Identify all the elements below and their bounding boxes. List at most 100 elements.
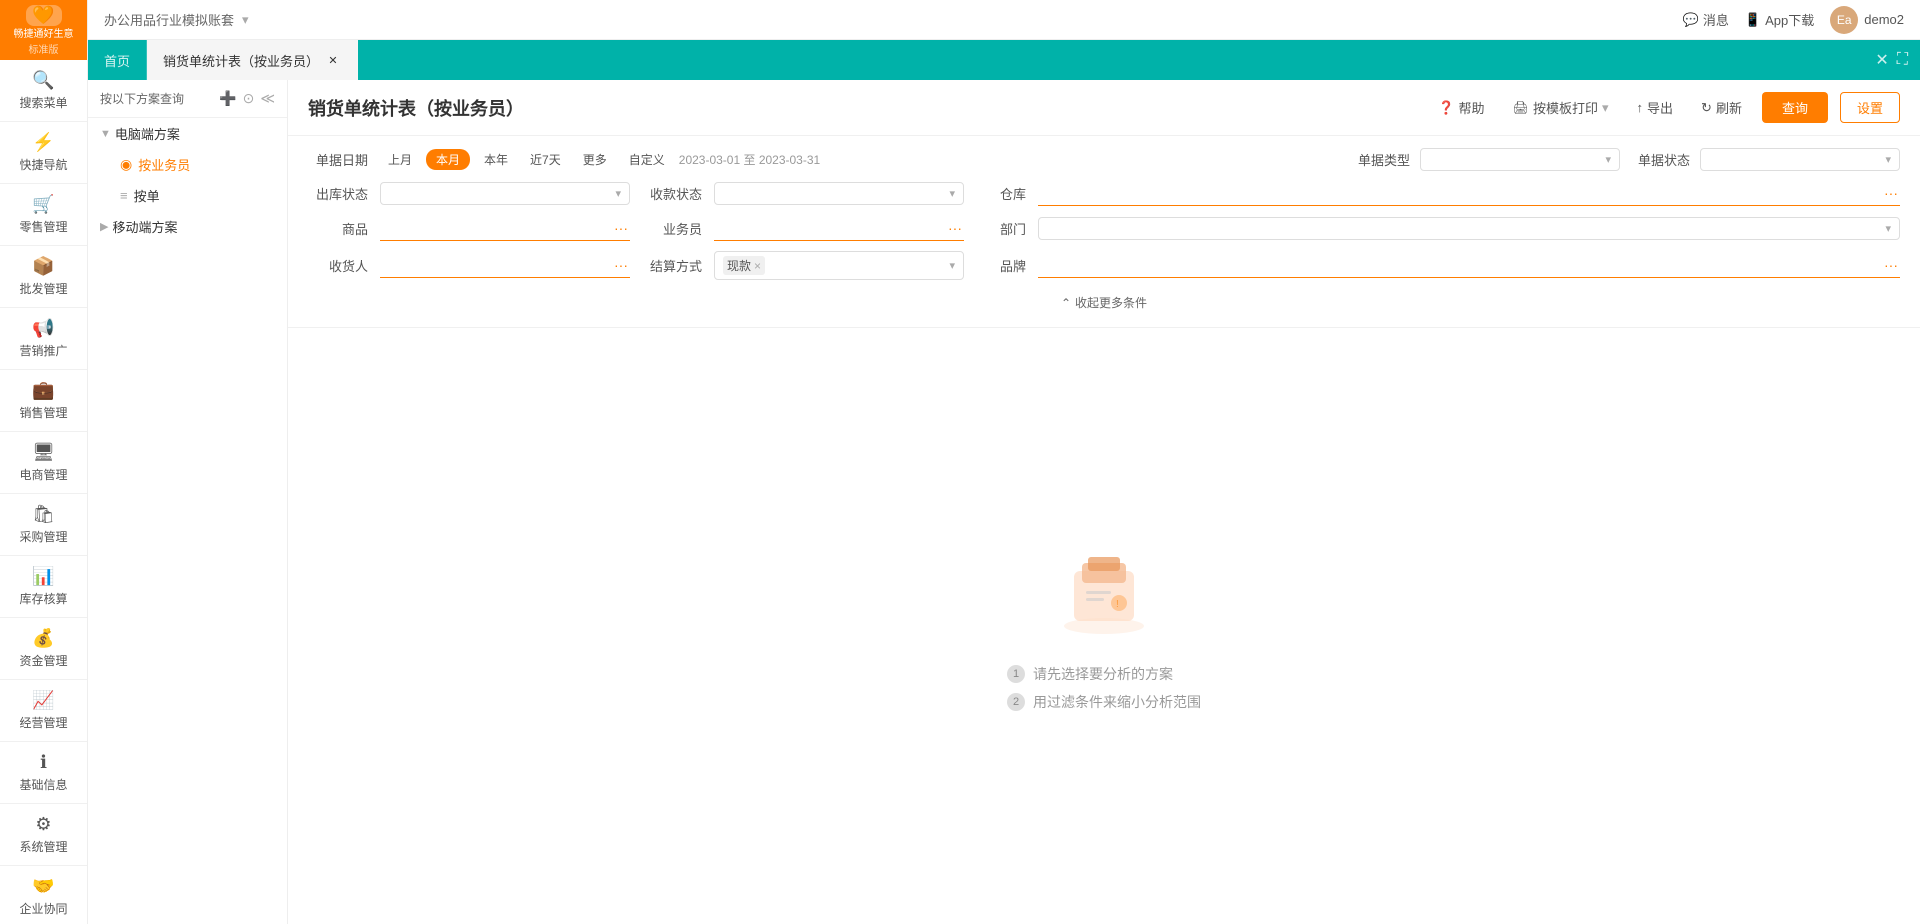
tab-sales-stats[interactable]: 销货单统计表（按业务员） ✕ xyxy=(147,40,358,80)
empty-hint-2: 2 用过滤条件来缩小分析范围 xyxy=(1007,692,1201,712)
left-panel-header-label: 按以下方案查询 xyxy=(100,90,184,107)
tree-item-by-salesperson[interactable]: ◉ 按业务员 xyxy=(88,149,287,180)
topbar-chevron-icon: ▾ xyxy=(242,12,249,28)
filter-row-1: 单据日期 上月 本月 本年 近7天 更多 自定义 2023-03-01 至 20… xyxy=(308,148,1900,171)
date-filter: 上月 本月 本年 近7天 更多 自定义 2023-03-01 至 2023-03… xyxy=(380,149,820,170)
tab-close-icon[interactable]: ✕ xyxy=(325,52,341,68)
sidebar-item-shortcut[interactable]: ⚡ 快捷导航 xyxy=(0,122,87,184)
tree-item-by-order-label: 按单 xyxy=(134,186,160,205)
date-label: 单据日期 xyxy=(308,150,368,169)
empty-hint-1: 1 请先选择要分析的方案 xyxy=(1007,664,1201,684)
payment-chevron-icon: ▾ xyxy=(949,259,955,272)
sidebar-item-system[interactable]: ⚙ 系统管理 xyxy=(0,804,87,866)
message-btn[interactable]: 💬 消息 xyxy=(1683,10,1729,29)
main-area: 办公用品行业模拟账套 ▾ 💬 消息 📱 App下载 Ea demo2 首页 销货… xyxy=(88,0,1920,924)
empty-svg-icon: ! xyxy=(1044,541,1164,641)
out-status-select[interactable]: ▾ xyxy=(380,182,630,205)
consignee-dots: ··· xyxy=(614,257,628,273)
svg-text:!: ! xyxy=(1116,599,1119,610)
sidebar-item-marketing[interactable]: 📢 营销推广 xyxy=(0,308,87,370)
page-actions: ❓ 帮助 🖨 按模板打印 ▾ ↑ 导出 ↻ 刷新 xyxy=(1430,92,1900,123)
receipt-status-label: 收款状态 xyxy=(642,184,702,203)
sidebar-item-basic-label: 基础信息 xyxy=(19,776,67,793)
tab-home[interactable]: 首页 xyxy=(88,40,147,80)
sidebar-item-search[interactable]: 🔍 搜索菜单 xyxy=(0,60,87,122)
brand-dots: ··· xyxy=(1884,257,1898,273)
shortcut-icon: ⚡ xyxy=(32,132,54,153)
sidebar-item-ecommerce-label: 电商管理 xyxy=(19,466,67,483)
sidebar-item-ecommerce[interactable]: 🖥 电商管理 xyxy=(0,432,87,494)
logo-icon: 🧡 xyxy=(26,5,62,26)
payment-chip[interactable]: 现款 × xyxy=(723,256,765,275)
sidebar-item-system-label: 系统管理 xyxy=(19,838,67,855)
tab-close-window-icon[interactable]: ✕ xyxy=(1875,50,1888,70)
date-btn-this-month[interactable]: 本月 xyxy=(426,149,470,170)
export-btn[interactable]: ↑ 导出 xyxy=(1629,94,1682,121)
page-title: 销货单统计表（按业务员） xyxy=(308,95,524,121)
tree-item-mobile-label: 移动端方案 xyxy=(112,217,177,236)
hint-2-num: 2 xyxy=(1007,693,1025,711)
date-btn-last-month[interactable]: 上月 xyxy=(380,149,420,170)
app-download-btn[interactable]: 📱 App下载 xyxy=(1745,10,1814,29)
order-type-select[interactable]: ▾ xyxy=(1420,148,1620,171)
query-button[interactable]: 查询 xyxy=(1762,92,1828,123)
refresh-btn[interactable]: ↻ 刷新 xyxy=(1693,94,1750,121)
help-icon: ❓ xyxy=(1438,100,1454,116)
print-chevron-icon: ▾ xyxy=(1602,100,1609,116)
content-area: 按以下方案查询 ➕ ⊙ ≪ ▼ 电脑端方案 ◉ 按业务员 ≡ 按单 ▶ xyxy=(88,80,1920,924)
brand-select[interactable]: ··· xyxy=(1038,253,1900,278)
sidebar-item-retail[interactable]: 🛒 零售管理 xyxy=(0,184,87,246)
sidebar-item-purchase[interactable]: 🛍 采购管理 xyxy=(0,494,87,556)
consignee-label: 收货人 xyxy=(308,256,368,275)
sidebar-item-finance[interactable]: 💰 资金管理 xyxy=(0,618,87,680)
settings-button[interactable]: 设置 xyxy=(1840,92,1900,123)
left-panel: 按以下方案查询 ➕ ⊙ ≪ ▼ 电脑端方案 ◉ 按业务员 ≡ 按单 ▶ xyxy=(88,80,288,924)
goods-select[interactable]: ··· xyxy=(380,216,630,241)
salesperson-select[interactable]: ··· xyxy=(714,216,964,241)
empty-illustration: ! xyxy=(1044,541,1164,644)
date-btn-this-year[interactable]: 本年 xyxy=(476,149,516,170)
tree-item-desktop[interactable]: ▼ 电脑端方案 xyxy=(88,118,287,149)
tree-item-mobile[interactable]: ▶ 移动端方案 xyxy=(88,211,287,242)
dept-chevron-icon: ▾ xyxy=(1885,222,1891,235)
help-btn[interactable]: ❓ 帮助 xyxy=(1430,94,1492,121)
sidebar-item-operations[interactable]: 📈 经营管理 xyxy=(0,680,87,742)
payment-method-select[interactable]: 现款 × ▾ xyxy=(714,251,964,280)
sidebar-item-inventory[interactable]: 📊 库存核算 xyxy=(0,556,87,618)
user-profile[interactable]: Ea demo2 xyxy=(1830,6,1904,34)
print-label: 按模板打印 xyxy=(1533,98,1598,117)
brand-field: ··· xyxy=(1038,253,1900,278)
sidebar-item-enterprise[interactable]: 🤝 企业协同 xyxy=(0,866,87,924)
tab-controls: ✕ ⛶ xyxy=(1863,50,1920,70)
order-status-label: 单据状态 xyxy=(1630,150,1690,169)
refresh-icon: ↻ xyxy=(1701,100,1712,116)
export-label: 导出 xyxy=(1647,98,1673,117)
add-plan-btn[interactable]: ➕ xyxy=(219,90,236,107)
payment-chip-close-icon[interactable]: × xyxy=(754,259,761,273)
sidebar-item-basic[interactable]: ℹ 基础信息 xyxy=(0,742,87,804)
dept-label: 部门 xyxy=(976,219,1026,238)
collapse-btn[interactable]: ⌃ 收起更多条件 xyxy=(1061,294,1147,311)
sidebar-item-enterprise-label: 企业协同 xyxy=(19,900,67,917)
goods-field: ··· xyxy=(380,216,630,241)
edit-plan-btn[interactable]: ⊙ xyxy=(243,90,255,107)
hint-2-text: 用过滤条件来缩小分析范围 xyxy=(1033,692,1201,712)
date-btn-custom[interactable]: 自定义 xyxy=(621,149,673,170)
consignee-select[interactable]: ··· xyxy=(380,253,630,278)
help-label: 帮助 xyxy=(1458,98,1484,117)
tree-item-by-order[interactable]: ≡ 按单 xyxy=(88,180,287,211)
print-btn[interactable]: 🖨 按模板打印 ▾ xyxy=(1504,94,1616,121)
system-icon: ⚙ xyxy=(35,814,51,835)
sidebar-item-wholesale[interactable]: 📦 批发管理 xyxy=(0,246,87,308)
sidebar-item-finance-label: 资金管理 xyxy=(19,652,67,669)
date-btn-more[interactable]: 更多 xyxy=(575,149,615,170)
collapse-panel-btn[interactable]: ≪ xyxy=(260,90,275,107)
date-btn-7days[interactable]: 近7天 xyxy=(522,149,569,170)
operations-icon: 📈 xyxy=(32,690,54,711)
dept-select[interactable]: ▾ xyxy=(1038,217,1900,240)
receipt-status-select[interactable]: ▾ xyxy=(714,182,964,205)
sidebar-item-sales[interactable]: 💼 销售管理 xyxy=(0,370,87,432)
warehouse-select[interactable]: ··· xyxy=(1038,181,1900,206)
order-status-select[interactable]: ▾ xyxy=(1700,148,1900,171)
tab-maximize-icon[interactable]: ⛶ xyxy=(1897,51,1908,69)
